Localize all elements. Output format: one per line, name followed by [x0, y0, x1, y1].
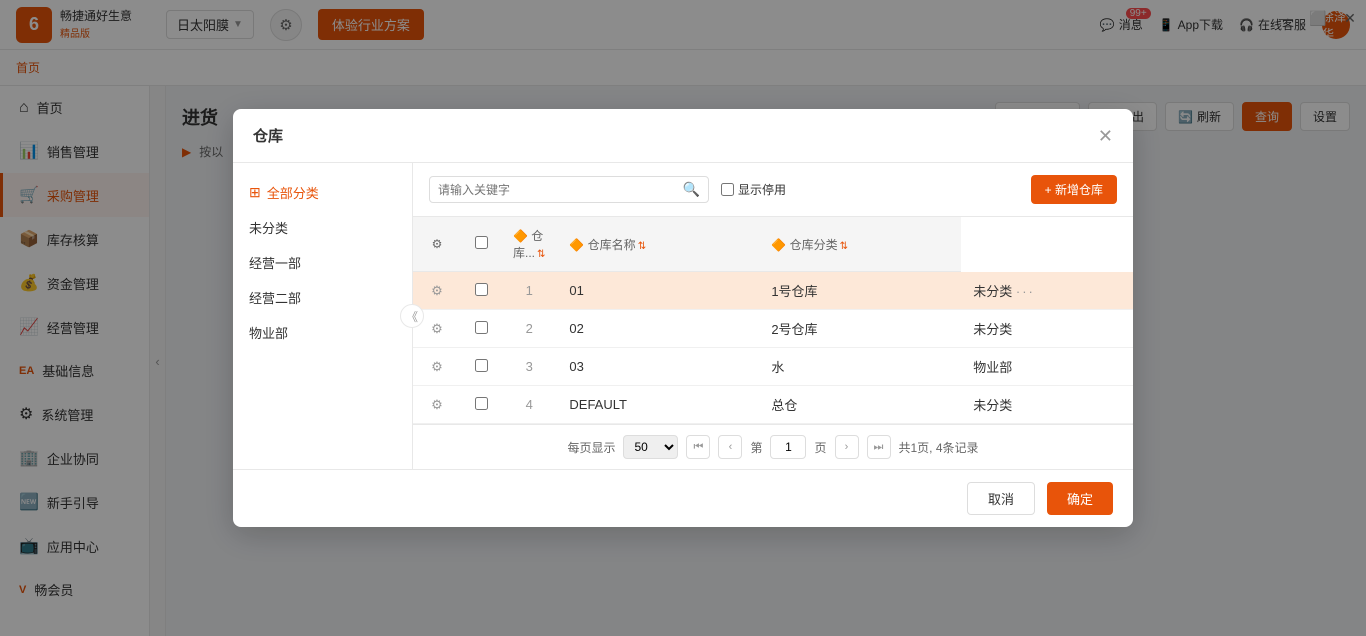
modal-cat-dept2[interactable]: 经营二部 [233, 280, 412, 315]
modal-body: 《 ⊞ 全部分类 未分类 经营一部 经营二部 物业部 [233, 163, 1133, 469]
row-num: 2 [501, 310, 557, 348]
next-page-button[interactable]: › [835, 435, 859, 459]
table-row[interactable]: ⚙ 1 01 1号仓库 未分类 ··· [413, 272, 1133, 310]
row-check[interactable] [461, 310, 501, 348]
modal-cat-uncat[interactable]: 未分类 [233, 210, 412, 245]
cancel-button[interactable]: 取消 [967, 482, 1035, 515]
sort-name-icon: ⇅ [638, 241, 646, 252]
page-unit: 页 [814, 439, 826, 456]
row-check[interactable] [461, 272, 501, 310]
th-gear: ⚙ [413, 217, 461, 272]
th-name[interactable]: 🔶 仓库名称⇅ [557, 217, 759, 272]
row-checkbox[interactable] [475, 359, 488, 372]
row-num: 3 [501, 348, 557, 386]
row-gear: ⚙ [413, 386, 461, 424]
row-check[interactable] [461, 386, 501, 424]
show-disabled-label[interactable]: 显示停用 [721, 181, 786, 198]
sort-code-icon: ⇅ [537, 249, 545, 260]
row-actions[interactable]: ··· [1016, 284, 1035, 299]
row-name: 总仓 [759, 386, 961, 424]
search-icon[interactable]: 🔍 [683, 181, 700, 198]
modal-close-button[interactable]: ✕ [1098, 127, 1113, 145]
modal-content-area: 🔍 显示停用 + 新增仓库 ⚙ [413, 163, 1133, 469]
page-label: 第 [750, 439, 762, 456]
modal-backdrop: 仓库 ✕ 《 ⊞ 全部分类 未分类 经营一部 经营二部 [0, 0, 1366, 636]
row-num: 4 [501, 386, 557, 424]
cat-dept1-label: 经营一部 [249, 253, 301, 272]
prev-page-button[interactable]: ‹ [718, 435, 742, 459]
modal-header: 仓库 ✕ [233, 109, 1133, 163]
row-checkbox[interactable] [475, 397, 488, 410]
search-input[interactable] [438, 183, 683, 197]
row-code: 03 [557, 348, 759, 386]
page-size-select[interactable]: 50 10 20 100 [623, 435, 678, 459]
warehouse-modal: 仓库 ✕ 《 ⊞ 全部分类 未分类 经营一部 经营二部 [233, 109, 1133, 527]
row-category: 物业部 [961, 348, 1133, 386]
row-category: 未分类 ··· [961, 272, 1133, 310]
modal-footer: 取消 确定 [233, 469, 1133, 527]
modal-sidebar: 《 ⊞ 全部分类 未分类 经营一部 经营二部 物业部 [233, 163, 413, 469]
page-size-label: 每页显示 [567, 439, 615, 456]
row-code: DEFAULT [557, 386, 759, 424]
row-checkbox[interactable] [475, 283, 488, 296]
row-checkbox[interactable] [475, 321, 488, 334]
confirm-button[interactable]: 确定 [1047, 482, 1113, 515]
th-category[interactable]: 🔶 仓库分类⇅ [759, 217, 961, 272]
row-gear: ⚙ [413, 272, 461, 310]
row-category: 未分类 [961, 310, 1133, 348]
first-page-button[interactable]: ⏮ [686, 435, 710, 459]
show-disabled-checkbox[interactable] [721, 183, 734, 196]
modal-sidebar-collapse[interactable]: 《 [400, 304, 424, 328]
row-code: 02 [557, 310, 759, 348]
last-page-button[interactable]: ⏭ [867, 435, 891, 459]
cat-grid-icon: ⊞ [249, 184, 261, 201]
row-name: 2号仓库 [759, 310, 961, 348]
cat-property-label: 物业部 [249, 323, 288, 342]
th-code[interactable]: 🔶 仓库...⇅ [501, 217, 557, 272]
table-row[interactable]: ⚙ 3 03 水 物业部 [413, 348, 1133, 386]
modal-table-wrap: ⚙ 🔶 仓库...⇅ 🔶 仓库名称⇅ [413, 217, 1133, 424]
table-row[interactable]: ⚙ 2 02 2号仓库 未分类 [413, 310, 1133, 348]
row-num: 1 [501, 272, 557, 310]
sort-cat-icon: ⇅ [840, 241, 848, 252]
select-all-checkbox[interactable] [475, 236, 488, 249]
table-row[interactable]: ⚙ 4 DEFAULT 总仓 未分类 [413, 386, 1133, 424]
row-check[interactable] [461, 348, 501, 386]
th-check [461, 217, 501, 272]
cat-all-label: 全部分类 [267, 183, 319, 202]
modal-pagination: 每页显示 50 10 20 100 ⏮ ‹ 第 页 › ⏭ 共1页, 4条记录 [413, 424, 1133, 469]
row-code: 01 [557, 272, 759, 310]
row-gear: ⚙ [413, 348, 461, 386]
row-name: 1号仓库 [759, 272, 961, 310]
modal-cat-dept1[interactable]: 经营一部 [233, 245, 412, 280]
cat-uncat-label: 未分类 [249, 218, 288, 237]
total-info: 共1页, 4条记录 [899, 439, 979, 456]
modal-search-bar: 🔍 显示停用 + 新增仓库 [413, 163, 1133, 217]
warehouse-table: ⚙ 🔶 仓库...⇅ 🔶 仓库名称⇅ [413, 217, 1133, 424]
search-input-wrap: 🔍 [429, 176, 709, 203]
cat-dept2-label: 经营二部 [249, 288, 301, 307]
row-name: 水 [759, 348, 961, 386]
page-input[interactable] [770, 435, 806, 459]
modal-title: 仓库 [253, 125, 283, 146]
new-warehouse-button[interactable]: + 新增仓库 [1031, 175, 1117, 204]
modal-cat-property[interactable]: 物业部 [233, 315, 412, 350]
row-category: 未分类 [961, 386, 1133, 424]
modal-cat-all[interactable]: ⊞ 全部分类 [233, 175, 412, 210]
